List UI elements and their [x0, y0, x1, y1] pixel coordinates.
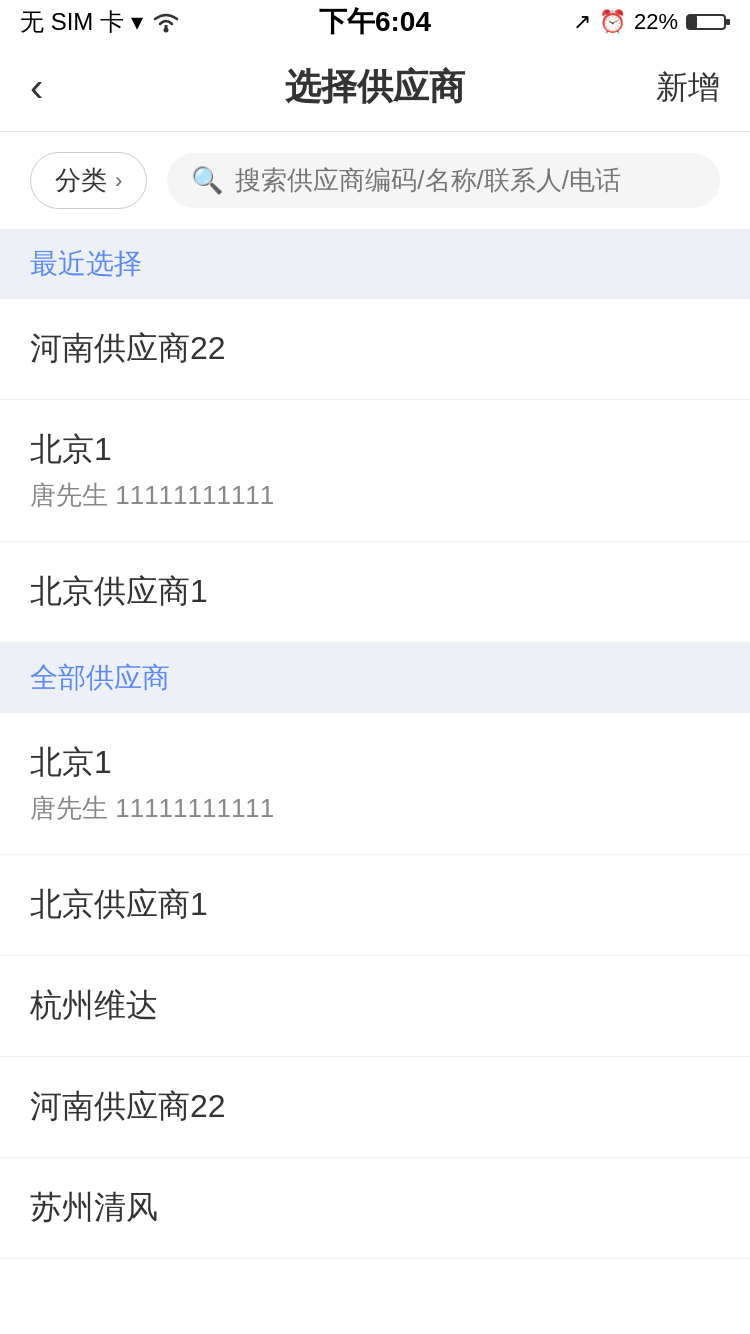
- battery-icon: [686, 11, 730, 33]
- nav-bar: ‹ 选择供应商 新增: [0, 44, 750, 132]
- wifi-icon: [151, 11, 181, 33]
- item-detail: 唐先生 11111111111: [30, 478, 720, 513]
- list-item[interactable]: 北京1 唐先生 11111111111: [0, 400, 750, 542]
- item-name: 北京1: [30, 741, 720, 785]
- battery-label: 22%: [634, 9, 678, 35]
- item-name: 河南供应商22: [30, 327, 720, 371]
- item-detail: 唐先生 11111111111: [30, 791, 720, 826]
- svg-rect-3: [688, 16, 697, 28]
- item-name: 北京供应商1: [30, 883, 720, 927]
- category-filter-button[interactable]: 分类 ›: [30, 152, 147, 209]
- page-title: 选择供应商: [285, 63, 465, 112]
- back-button[interactable]: ‹: [30, 65, 90, 110]
- location-icon: ↗: [573, 9, 591, 35]
- list-item[interactable]: 北京供应商1: [0, 542, 750, 643]
- search-icon: 🔍: [191, 165, 223, 196]
- recent-section-header: 最近选择: [0, 229, 750, 299]
- item-name: 北京供应商1: [30, 570, 720, 614]
- filter-bar: 分类 › 🔍: [0, 132, 750, 229]
- item-name: 河南供应商22: [30, 1085, 720, 1129]
- recent-section-label: 最近选择: [30, 248, 142, 279]
- alarm-icon: ⏰: [599, 9, 626, 35]
- item-name: 苏州清风: [30, 1186, 720, 1230]
- list-item[interactable]: 北京1 唐先生 11111111111: [0, 713, 750, 855]
- chevron-right-icon: ›: [115, 168, 122, 194]
- recent-items-list: 河南供应商22 北京1 唐先生 11111111111 北京供应商1: [0, 299, 750, 643]
- all-section-header: 全部供应商: [0, 643, 750, 713]
- add-button[interactable]: 新增: [656, 66, 720, 110]
- list-item[interactable]: 苏州清风: [0, 1158, 750, 1259]
- item-name: 杭州维达: [30, 984, 720, 1028]
- status-right: ↗ ⏰ 22%: [573, 9, 730, 35]
- all-section-label: 全部供应商: [30, 662, 170, 693]
- svg-rect-2: [726, 19, 730, 25]
- list-item[interactable]: 杭州维达: [0, 956, 750, 1057]
- all-items-list: 北京1 唐先生 11111111111 北京供应商1 杭州维达河南供应商22 苏州清风: [0, 713, 750, 1259]
- search-input[interactable]: [235, 165, 696, 196]
- list-item[interactable]: 北京供应商1: [0, 855, 750, 956]
- item-name: 北京1: [30, 428, 720, 472]
- list-item[interactable]: 河南供应商22: [0, 1057, 750, 1158]
- no-sim-label: 无 SIM 卡 ▾: [20, 6, 143, 38]
- svg-point-0: [163, 28, 168, 33]
- category-label: 分类: [55, 163, 107, 198]
- status-bar: 无 SIM 卡 ▾ 下午6:04 ↗ ⏰ 22%: [0, 0, 750, 44]
- status-time: 下午6:04: [319, 3, 431, 41]
- search-box[interactable]: 🔍: [167, 153, 720, 208]
- list-item[interactable]: 河南供应商22: [0, 299, 750, 400]
- status-left: 无 SIM 卡 ▾: [20, 6, 181, 38]
